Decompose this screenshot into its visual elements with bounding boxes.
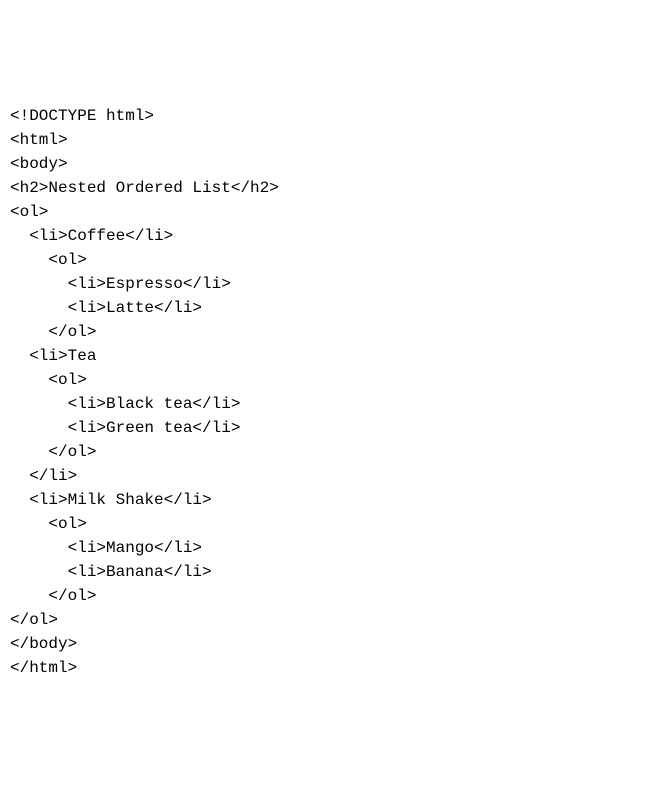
code-line: <ol>: [10, 368, 661, 392]
code-line: </ol>: [10, 608, 661, 632]
code-line: <li>Espresso</li>: [10, 272, 661, 296]
code-line: <li>Latte</li>: [10, 296, 661, 320]
code-line: <li>Banana</li>: [10, 560, 661, 584]
code-line: <li>Black tea</li>: [10, 392, 661, 416]
code-line: <ol>: [10, 248, 661, 272]
code-line: <!DOCTYPE html>: [10, 104, 661, 128]
code-block: <!DOCTYPE html><html><body><h2>Nested Or…: [10, 104, 661, 680]
code-line: </body>: [10, 632, 661, 656]
code-line: </ol>: [10, 584, 661, 608]
code-line: <li>Green tea</li>: [10, 416, 661, 440]
code-line: <h2>Nested Ordered List</h2>: [10, 176, 661, 200]
code-line: </li>: [10, 464, 661, 488]
code-line: <li>Mango</li>: [10, 536, 661, 560]
code-line: <html>: [10, 128, 661, 152]
code-line: <li>Tea: [10, 344, 661, 368]
code-line: <li>Coffee</li>: [10, 224, 661, 248]
code-line: <ol>: [10, 200, 661, 224]
code-line: <body>: [10, 152, 661, 176]
code-line: </ol>: [10, 440, 661, 464]
code-line: </ol>: [10, 320, 661, 344]
code-line: <ol>: [10, 512, 661, 536]
code-line: <li>Milk Shake</li>: [10, 488, 661, 512]
code-line: </html>: [10, 656, 661, 680]
